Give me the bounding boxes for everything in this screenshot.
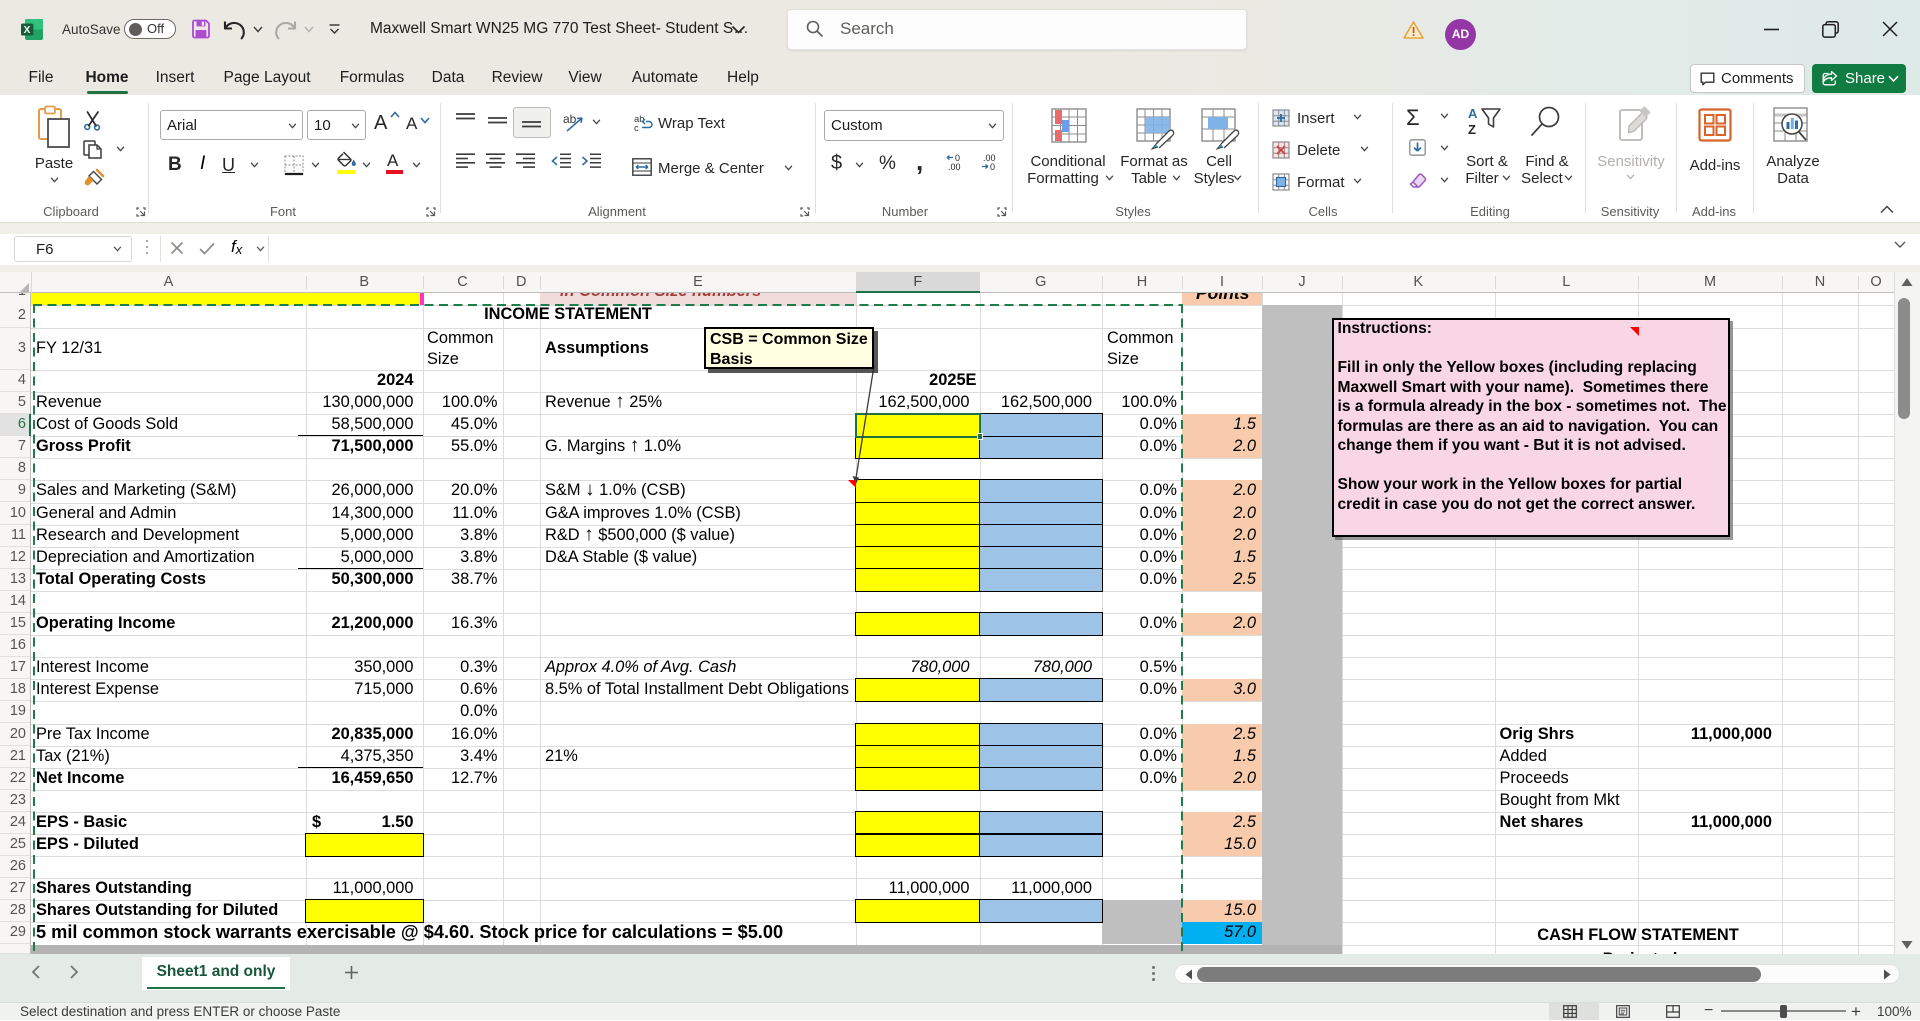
svg-text:X: X — [24, 25, 31, 36]
svg-text:c: c — [634, 123, 639, 134]
svg-text:.00: .00 — [948, 162, 961, 172]
svg-text:0: 0 — [990, 162, 995, 172]
svg-text:Z: Z — [1468, 122, 1476, 137]
svg-text:A: A — [1468, 106, 1478, 121]
